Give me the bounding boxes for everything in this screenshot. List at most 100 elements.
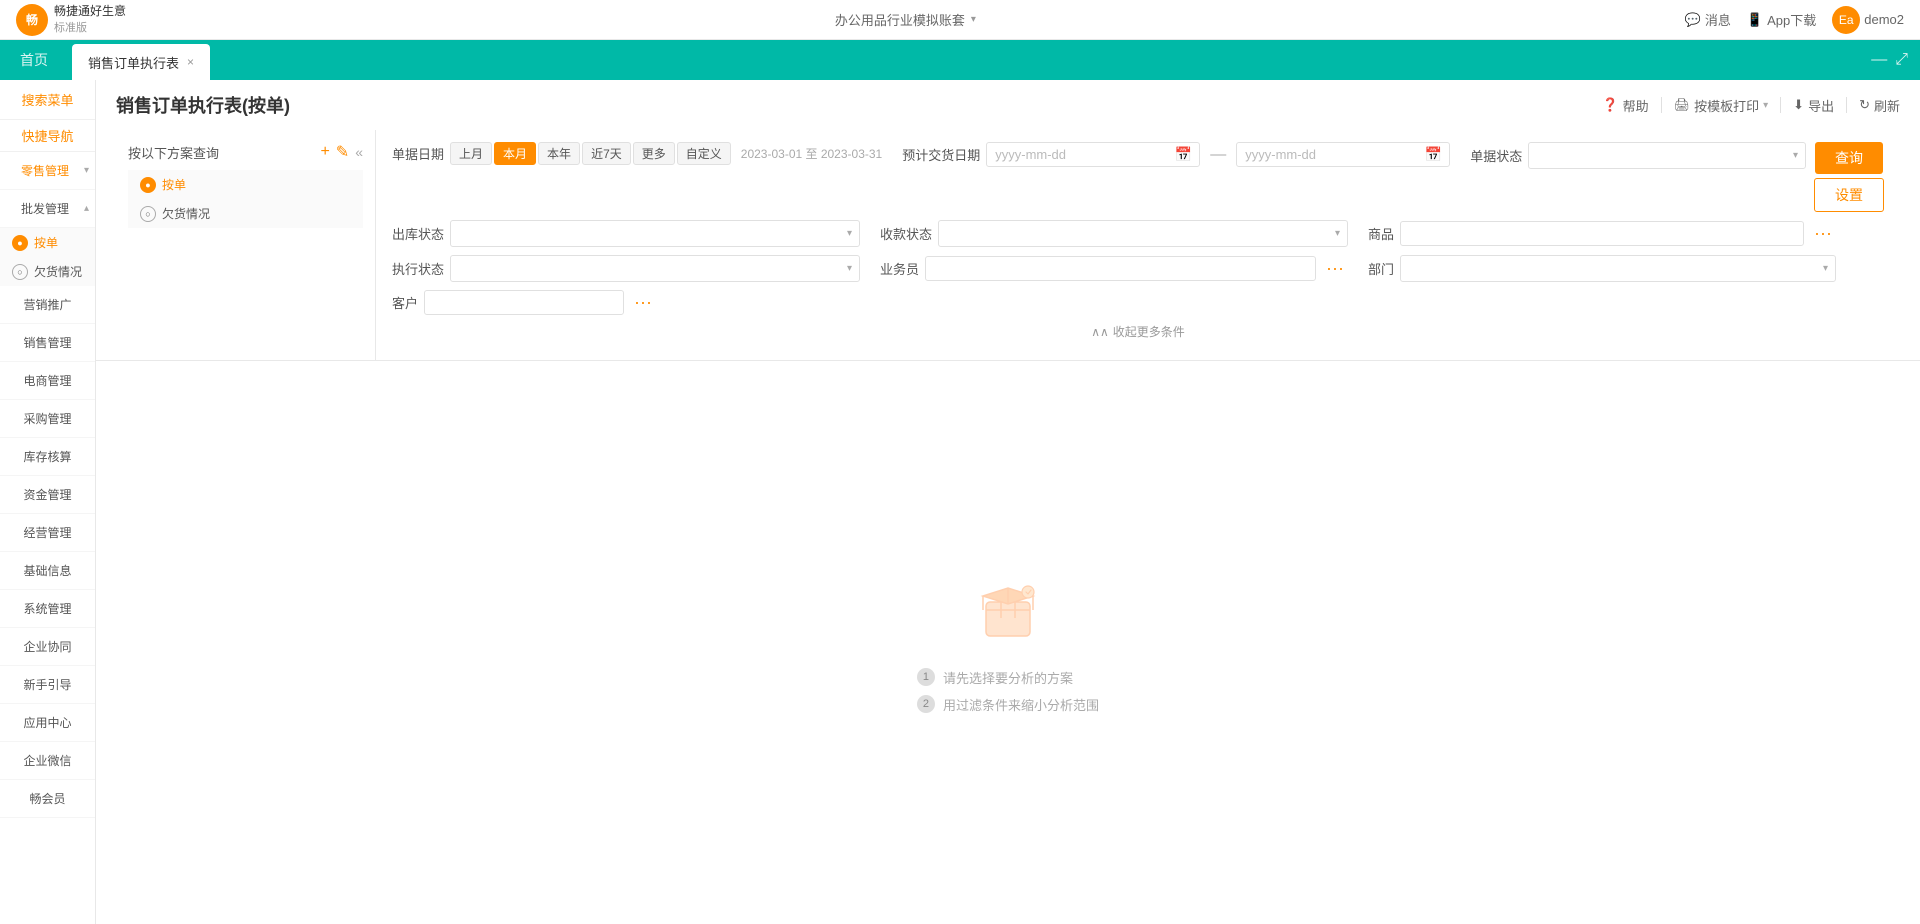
scheme-dot-icon: ●: [140, 177, 156, 193]
date-btn-custom[interactable]: 自定义: [677, 142, 731, 165]
print-icon: 🖨: [1674, 97, 1691, 113]
dept-label: 部门: [1368, 259, 1394, 278]
expected-date-start-input[interactable]: [986, 142, 1200, 167]
exec-status-label: 执行状态: [392, 259, 444, 278]
sidebar-item-marketing[interactable]: 营销推广: [0, 286, 95, 324]
sidebar-item-system[interactable]: 系统管理: [0, 590, 95, 628]
scheme-item-press[interactable]: ● 按单: [128, 170, 363, 199]
settings-button[interactable]: 设置: [1814, 178, 1884, 212]
date-label: 单据日期: [392, 144, 444, 163]
action-divider-2: [1780, 97, 1781, 113]
sidebar-item-member[interactable]: 畅会员: [0, 780, 95, 818]
tab-close-icon[interactable]: ×: [187, 55, 194, 69]
sidebar-item-purchase[interactable]: 采购管理: [0, 400, 95, 438]
action-divider-3: [1846, 97, 1847, 113]
user-avatar-area[interactable]: Ea demo2: [1832, 6, 1904, 34]
edit-scheme-button[interactable]: ✎: [336, 142, 349, 162]
message-button[interactable]: 💬 消息: [1685, 10, 1731, 29]
empty-tips: 1 请先选择要分析的方案 2 用过滤条件来缩小分析范围: [917, 668, 1099, 714]
top-nav-center[interactable]: 办公用品行业模拟账套 ▾: [835, 10, 976, 29]
page-actions: ❓ 帮助 🖨 按模板打印 ▾ ⬇ 导出: [1602, 96, 1900, 115]
empty-tip-1: 1 请先选择要分析的方案: [917, 668, 1099, 687]
out-status-select[interactable]: [450, 220, 860, 247]
date-btn-last-7days[interactable]: 近7天: [582, 142, 631, 165]
sidebar-sub-press-label: 按单: [34, 234, 58, 251]
sidebar-item-inventory[interactable]: 库存核算: [0, 438, 95, 476]
dept-select[interactable]: [1400, 255, 1836, 282]
filter-left-title-label: 按以下方案查询: [128, 143, 219, 162]
page-title: 销售订单执行表(按单): [116, 92, 290, 118]
expected-date-label: 预计交货日期: [902, 145, 980, 164]
date-btn-more[interactable]: 更多: [633, 142, 675, 165]
download-icon: 📱: [1747, 12, 1763, 28]
sidebar-item-sales[interactable]: 销售管理: [0, 324, 95, 362]
date-btn-last-month[interactable]: 上月: [450, 142, 492, 165]
content-area: 销售订单执行表(按单) ❓ 帮助 🖨 按模板打印 ▾ ⬇: [96, 80, 1920, 924]
date-btn-this-year[interactable]: 本年: [538, 142, 580, 165]
refresh-button[interactable]: ↻ 刷新: [1859, 96, 1900, 115]
sidebar-item-retail[interactable]: 零售管理 ▾: [0, 152, 95, 190]
logo-subtext: 标准版: [54, 19, 126, 35]
filter-section: 按以下方案查询 + ✎ « ● 按单 ○: [116, 130, 1900, 360]
template-print-button[interactable]: 🖨 按模板打印 ▾: [1674, 96, 1769, 115]
sidebar-item-guide[interactable]: 新手引导: [0, 666, 95, 704]
out-status-label: 出库状态: [392, 224, 444, 243]
doc-status-select[interactable]: [1528, 142, 1806, 169]
sidebar-sub-press[interactable]: ● 按单: [0, 228, 95, 257]
tab-home[interactable]: 首页: [0, 40, 68, 80]
date-range-text: 2023-03-01 至 2023-03-31: [741, 145, 882, 162]
tab-sales-order-exec[interactable]: 销售订单执行表 ×: [72, 44, 210, 80]
out-status-select-wrapper: ▾: [450, 220, 860, 247]
expected-date-start-wrapper: 📅: [986, 142, 1200, 167]
export-button[interactable]: ⬇ 导出: [1793, 96, 1834, 115]
sidebar-item-finance[interactable]: 资金管理: [0, 476, 95, 514]
collapse-scheme-button[interactable]: «: [355, 144, 363, 160]
sidebar-quick-nav[interactable]: 快捷导航: [0, 120, 95, 152]
scheme-owe-label: 欠货情况: [162, 205, 210, 222]
sidebar-item-operations[interactable]: 经营管理: [0, 514, 95, 552]
add-scheme-button[interactable]: +: [320, 143, 329, 161]
doc-status-label: 单据状态: [1470, 146, 1522, 165]
user-name: demo2: [1864, 12, 1904, 27]
print-chevron-icon[interactable]: ▾: [1763, 100, 1768, 111]
query-button[interactable]: 查询: [1815, 142, 1883, 174]
tab-bar: 首页 销售订单执行表 × — ⤢: [0, 40, 1920, 80]
sidebar-sub-owe[interactable]: ○ 欠货情况: [0, 257, 95, 286]
collapse-icon: ∧∧: [1091, 325, 1109, 339]
nav-chevron-icon[interactable]: ▾: [971, 14, 976, 25]
goods-input[interactable]: [1400, 221, 1804, 246]
date-btn-this-month[interactable]: 本月: [494, 142, 536, 165]
exec-status-select[interactable]: [450, 255, 860, 282]
sidebar-item-enterprise[interactable]: 企业协同: [0, 628, 95, 666]
window-minimize-icon[interactable]: —: [1871, 51, 1887, 69]
goods-dots-icon[interactable]: ···: [1810, 223, 1836, 244]
dept-select-wrapper: ▾: [1400, 255, 1836, 282]
expected-date-end-input[interactable]: [1236, 142, 1450, 167]
sidebar-item-basic[interactable]: 基础信息: [0, 552, 95, 590]
logo-area: 畅 畅捷通好生意 标准版: [16, 4, 126, 36]
salesperson-dots-icon[interactable]: ···: [1322, 258, 1348, 279]
receipt-status-select-wrapper: ▾: [938, 220, 1348, 247]
help-button[interactable]: ❓ 帮助: [1602, 96, 1648, 115]
date-button-group: 上月 本月 本年 近7天 更多 自定义: [450, 142, 731, 165]
sidebar-search[interactable]: 搜索菜单: [0, 80, 95, 120]
customer-dots-icon[interactable]: ···: [630, 292, 656, 313]
sidebar-item-wholesale[interactable]: 批发管理 ▴: [0, 190, 95, 228]
customer-input[interactable]: [424, 290, 624, 315]
salesperson-input[interactable]: [925, 256, 1316, 281]
tab-bar-right: — ⤢: [1871, 51, 1920, 69]
date-separator: —: [1206, 146, 1230, 164]
collapse-more-button[interactable]: ∧∧ 收起更多条件: [392, 319, 1884, 344]
expected-date-end-wrapper: 📅: [1236, 142, 1450, 167]
top-nav-left: 畅 畅捷通好生意 标准版: [16, 4, 126, 36]
sidebar-item-appstore[interactable]: 应用中心: [0, 704, 95, 742]
logo-icon: 畅: [16, 4, 48, 36]
data-area: 1 请先选择要分析的方案 2 用过滤条件来缩小分析范围: [96, 361, 1920, 924]
sidebar-sub-owe-label: 欠货情况: [34, 263, 82, 280]
sidebar-item-wechat[interactable]: 企业微信: [0, 742, 95, 780]
scheme-item-owe[interactable]: ○ 欠货情况: [128, 199, 363, 228]
app-download-button[interactable]: 📱 App下载: [1747, 10, 1816, 29]
receipt-status-select[interactable]: [938, 220, 1348, 247]
window-maximize-icon[interactable]: ⤢: [1895, 51, 1908, 69]
sidebar-item-ecommerce[interactable]: 电商管理: [0, 362, 95, 400]
